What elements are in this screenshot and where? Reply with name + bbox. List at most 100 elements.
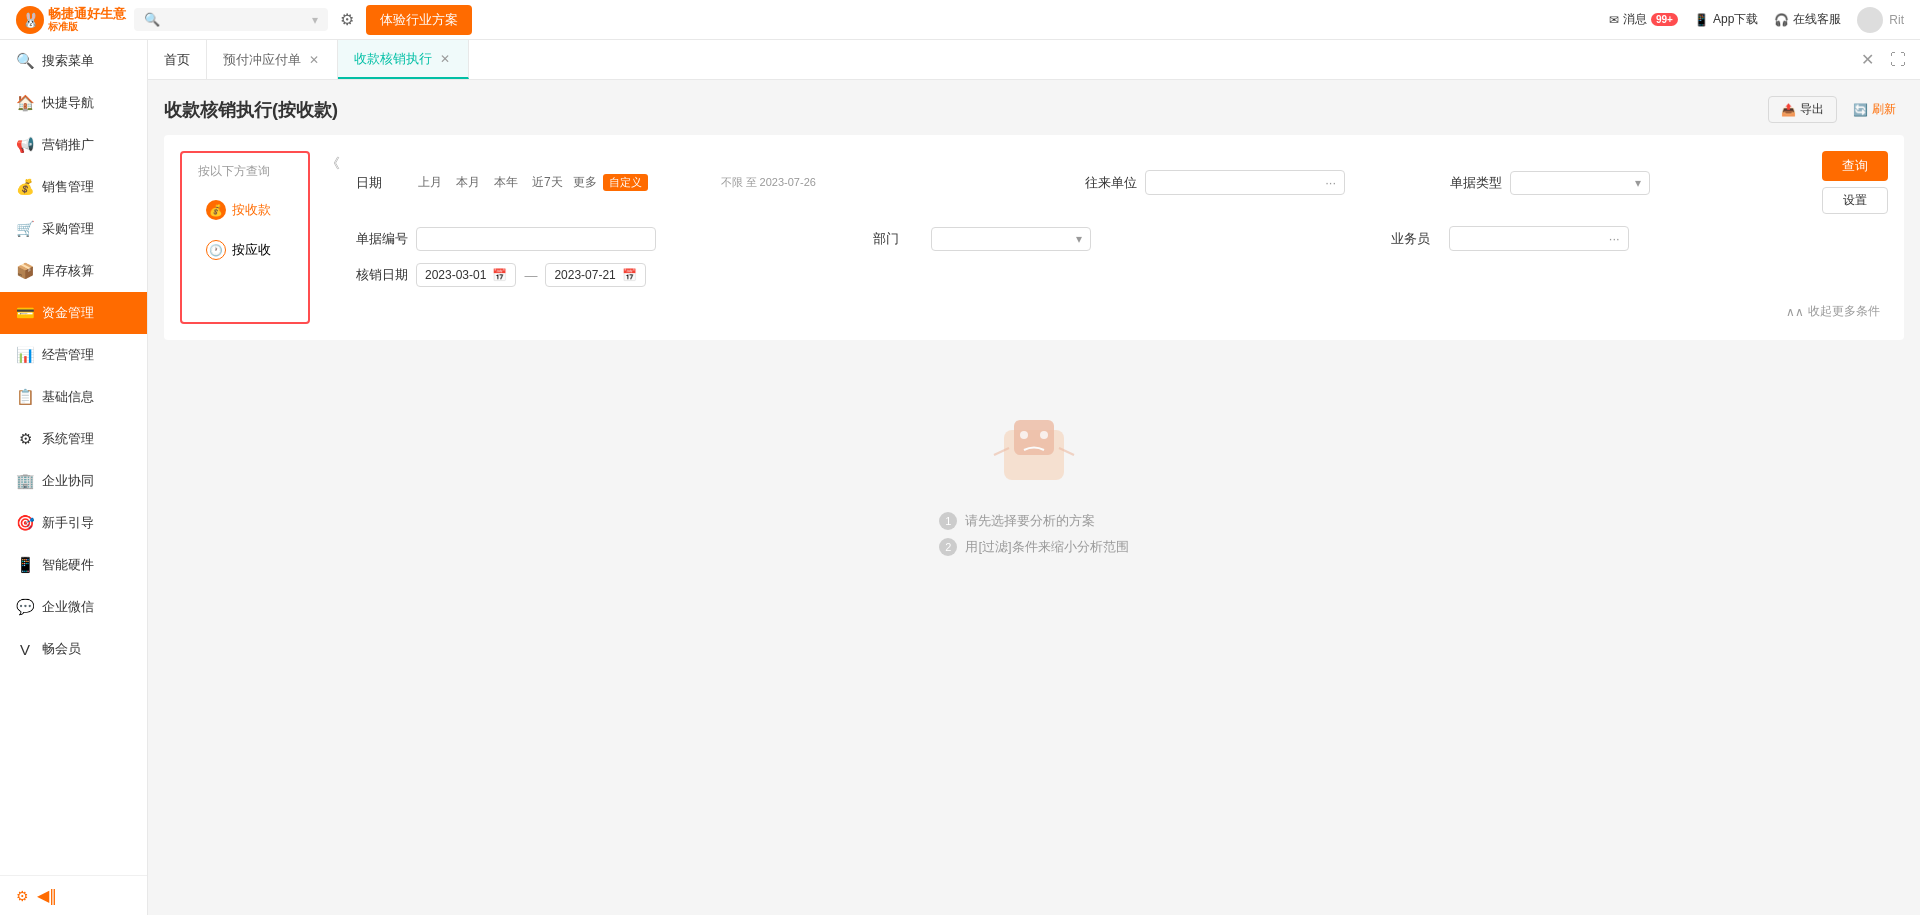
sidebar-collapse-button[interactable]: ◀‖ [37,886,57,905]
quick-nav-icon: 🏠 [16,94,34,112]
member-label: 畅会员 [42,640,81,658]
sidebar-item-hardware[interactable]: 📱 智能硬件 [0,544,147,586]
sidebar-item-marketing[interactable]: 📢 营销推广 [0,124,147,166]
ops-label: 经营管理 [42,346,94,364]
search-input[interactable] [166,13,306,27]
staff-field[interactable] [1458,232,1609,246]
filter-option-by-receivable[interactable]: 🕐 按应收 [198,236,292,264]
staff-input[interactable]: ··· [1449,226,1629,251]
enterprise-label: 企业协同 [42,472,94,490]
online-service-label: 在线客服 [1793,11,1841,28]
tab-collection[interactable]: 收款核销执行 ✕ [338,40,469,79]
query-button[interactable]: 查询 [1822,151,1888,181]
tab-home[interactable]: 首页 [148,40,207,79]
doc-type-select[interactable]: ▾ [1510,171,1650,195]
dept-chevron-icon: ▾ [1076,232,1082,246]
verify-date-end-input[interactable]: 2023-07-21 📅 [545,263,645,287]
verify-date-label: 核销日期 [356,266,408,284]
prepay-tab-close[interactable]: ✕ [307,51,321,69]
message-icon: ✉ [1609,13,1619,27]
user-area: Rit [1857,7,1904,33]
settings-icon[interactable]: ⚙ [16,888,29,904]
export-button[interactable]: 📤 导出 [1768,96,1837,123]
top-bar-left: 🐰 畅捷通好生意 标准版 🔍 ▾ ⚙ 体验行业方案 [16,5,1609,35]
settings-button[interactable]: 设置 [1822,187,1888,214]
app-download-button[interactable]: 📱 App下载 [1694,11,1758,28]
chevron-down-icon: ▾ [1635,176,1641,190]
search-menu-icon: 🔍 [16,52,34,70]
doc-no-input[interactable] [416,227,656,251]
page-content: 收款核销执行(按收款) 📤 导出 🔄 刷新 按以下方查询 [148,80,1920,915]
doc-no-label: 单据编号 [356,230,408,248]
refresh-icon: 🔄 [1853,103,1868,117]
tab-close-all-button[interactable]: ✕ [1855,46,1880,73]
member-icon: V [16,641,34,658]
shortcut-more[interactable]: 更多 [573,174,597,191]
enterprise-icon: 🏢 [16,472,34,490]
inventory-icon: 📦 [16,262,34,280]
sidebar-item-beginner[interactable]: 🎯 新手引导 [0,502,147,544]
message-button[interactable]: ✉ 消息 99+ [1609,11,1678,28]
main-layout: 🔍 搜索菜单 🏠 快捷导航 📢 营销推广 💰 销售管理 🛒 采购管理 📦 库存核… [0,40,1920,915]
collapse-more-button[interactable]: ∧∧ 收起更多条件 [1778,299,1888,324]
collapse-chevron-icon: ∧∧ [1786,305,1804,319]
sidebar-item-purchase[interactable]: 🛒 采购管理 [0,208,147,250]
dept-select[interactable]: ▾ [931,227,1091,251]
gear-button[interactable]: ⚙ [336,6,358,33]
calendar-start-icon: 📅 [492,268,507,282]
filter-row-2: 单据编号 部门 ▾ [356,226,1888,251]
purchase-label: 采购管理 [42,220,94,238]
app-download-label: App下载 [1713,11,1758,28]
counterparty-field[interactable] [1154,176,1325,190]
sidebar-item-inventory[interactable]: 📦 库存核算 [0,250,147,292]
inventory-label: 库存核算 [42,262,94,280]
sidebar-item-search-menu[interactable]: 🔍 搜索菜单 [0,40,147,82]
quick-nav-label: 快捷导航 [42,94,94,112]
shortcut-last-month[interactable]: 上月 [414,172,446,193]
basic-info-icon: 📋 [16,388,34,406]
export-icon: 📤 [1781,103,1796,117]
wechat-icon: 💬 [16,598,34,616]
filter-right: 日期 上月 本月 本年 近7天 更多 自定义 不限 至 2023-0 [356,151,1888,324]
online-service-button[interactable]: 🎧 在线客服 [1774,11,1841,28]
shortcut-7days[interactable]: 近7天 [528,172,567,193]
date-group: 日期 上月 本月 本年 近7天 更多 自定义 [356,172,701,193]
tab-prepay[interactable]: 预付冲应付单 ✕ [207,40,338,79]
calendar-end-icon: 📅 [622,268,637,282]
custom-tag: 自定义 [603,174,648,191]
brand-version: 标准版 [48,21,126,33]
sidebar-item-quick-nav[interactable]: 🏠 快捷导航 [0,82,147,124]
verify-date-start-input[interactable]: 2023-03-01 📅 [416,263,516,287]
collection-tab-label: 收款核销执行 [354,50,432,68]
beginner-icon: 🎯 [16,514,34,532]
counterparty-input[interactable]: ··· [1145,170,1345,195]
sidebar-item-basic-info[interactable]: 📋 基础信息 [0,376,147,418]
doc-no-field[interactable] [425,232,647,246]
brand-name: 畅捷通好生意 [48,6,126,22]
brand: 🐰 畅捷通好生意 标准版 [16,6,126,34]
shortcut-this-year[interactable]: 本年 [490,172,522,193]
staff-more-icon[interactable]: ··· [1609,231,1620,246]
sidebar-item-enterprise[interactable]: 🏢 企业协同 [0,460,147,502]
date-hint-group: 不限 至 2023-07-26 [721,175,1066,190]
page-title-bar: 收款核销执行(按收款) 📤 导出 🔄 刷新 [164,96,1904,123]
counterparty-more-icon[interactable]: ··· [1325,175,1336,190]
filter-left: 按以下方查询 💰 按收款 🕐 按应收 [180,151,310,324]
date-range-separator: — [524,268,537,283]
sidebar-item-member[interactable]: V 畅会员 [0,628,147,670]
collection-tab-close[interactable]: ✕ [438,50,452,68]
sidebar-item-ops[interactable]: 📊 经营管理 [0,334,147,376]
sidebar-item-sales[interactable]: 💰 销售管理 [0,166,147,208]
filter-collapse-arrow[interactable]: 《 [322,151,344,177]
by-collection-label: 按收款 [232,201,271,219]
date-range: 2023-03-01 📅 — 2023-07-21 📅 [416,263,646,287]
tab-expand-button[interactable]: ⛶ [1884,47,1912,73]
sidebar-item-finance[interactable]: 💳 资金管理 [0,292,147,334]
filter-option-by-collection[interactable]: 💰 按收款 [198,196,292,224]
shortcut-this-month[interactable]: 本月 [452,172,484,193]
sidebar-item-wechat[interactable]: 💬 企业微信 [0,586,147,628]
sidebar-item-system[interactable]: ⚙ 系统管理 [0,418,147,460]
refresh-button[interactable]: 🔄 刷新 [1845,96,1904,123]
industry-button[interactable]: 体验行业方案 [366,5,472,35]
hardware-icon: 📱 [16,556,34,574]
